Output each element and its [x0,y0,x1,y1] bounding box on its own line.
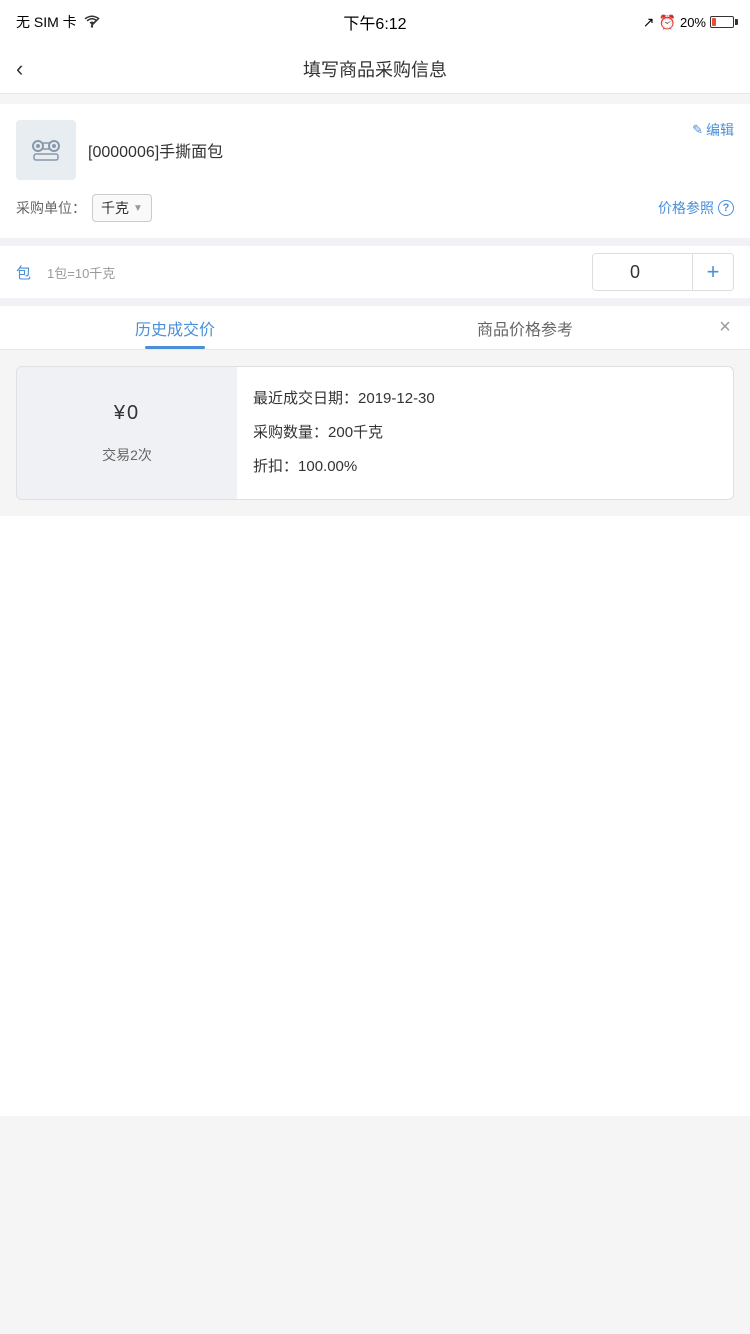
qty-conversion-label: 1包=10千克 [47,263,576,282]
currency-symbol: ¥ [114,402,125,424]
discount-label: 折扣： [253,458,298,475]
tab-price-ref-label: 商品价格参考 [477,316,573,340]
recent-date-value: 2019-12-30 [358,390,435,407]
product-image [16,120,76,180]
status-left: 无 SIM 卡 [16,12,101,32]
history-card: ¥0 交易2次 最近成交日期：2019-12-30 采购数量：200千克 折扣：… [16,366,734,500]
edit-icon: ✎ [692,122,703,138]
product-name: [0000006]手撕面包 [88,138,223,162]
quantity-row: 包 1包=10千克 + [0,238,750,298]
price-ref-label: 价格参照 [658,198,714,218]
battery-percent: 20% [680,15,706,30]
history-details-panel: 最近成交日期：2019-12-30 采购数量：200千克 折扣：100.00% [237,367,733,499]
battery-icon [710,16,734,28]
carrier-text: 无 SIM 卡 [16,12,77,32]
bottom-area [0,516,750,1116]
status-right: ↗ ⏰ 20% [643,14,734,31]
nav-bar: ‹ 填写商品采购信息 [0,44,750,94]
status-bar: 无 SIM 卡 下午6:12 ↗ ⏰ 20% [0,0,750,44]
unit-label: 采购单位： [16,198,86,218]
qty-row: 采购数量：200千克 [253,421,717,445]
unit-value: 千克 [101,198,129,218]
price-ref-icon: ? [718,200,734,216]
qty-unit-label: 包 [16,262,31,283]
edit-button[interactable]: ✎ 编辑 [692,120,734,140]
recent-date-row: 最近成交日期：2019-12-30 [253,387,717,411]
tab-close-button[interactable]: × [700,306,750,349]
qty-input-group: + [592,253,734,291]
product-unit-row: 采购单位： 千克 ▼ 价格参照 ? [16,194,734,222]
unit-select[interactable]: 千克 ▼ [92,194,152,222]
product-left: [0000006]手撕面包 [16,120,223,180]
unit-dropdown-arrow: ▼ [133,203,143,214]
wifi-icon [83,14,101,31]
recent-date-label: 最近成交日期： [253,390,358,407]
tab-history-label: 历史成交价 [135,316,215,340]
back-button[interactable]: ‹ [16,52,31,86]
tab-bar: 历史成交价 商品价格参考 × [0,298,750,350]
product-card: [0000006]手撕面包 ✎ 编辑 采购单位： 千克 ▼ 价格参照 ? [0,104,750,238]
history-price-panel: ¥0 交易2次 [17,367,237,499]
tab-history-price[interactable]: 历史成交价 [0,306,350,349]
qty-detail-label: 采购数量： [253,424,328,441]
discount-row: 折扣：100.00% [253,455,717,479]
discount-value: 100.00% [298,458,357,475]
qty-plus-button[interactable]: + [693,254,733,290]
page-title: 填写商品采购信息 [303,56,447,82]
qty-input[interactable] [593,254,693,290]
trade-count: 交易2次 [102,445,152,465]
location-icon: ↗ [643,14,655,31]
tab-active-indicator [145,346,205,349]
edit-label: 编辑 [706,120,734,140]
qty-detail-value: 200千克 [328,424,383,441]
history-price-value: ¥0 [114,402,140,439]
tab-price-ref[interactable]: 商品价格参考 [350,306,700,349]
status-time: 下午6:12 [343,10,406,34]
price-ref-button[interactable]: 价格参照 ? [658,198,734,218]
history-section: ¥0 交易2次 最近成交日期：2019-12-30 采购数量：200千克 折扣：… [0,350,750,516]
product-header: [0000006]手撕面包 ✎ 编辑 [16,120,734,180]
alarm-icon: ⏰ [659,14,676,31]
